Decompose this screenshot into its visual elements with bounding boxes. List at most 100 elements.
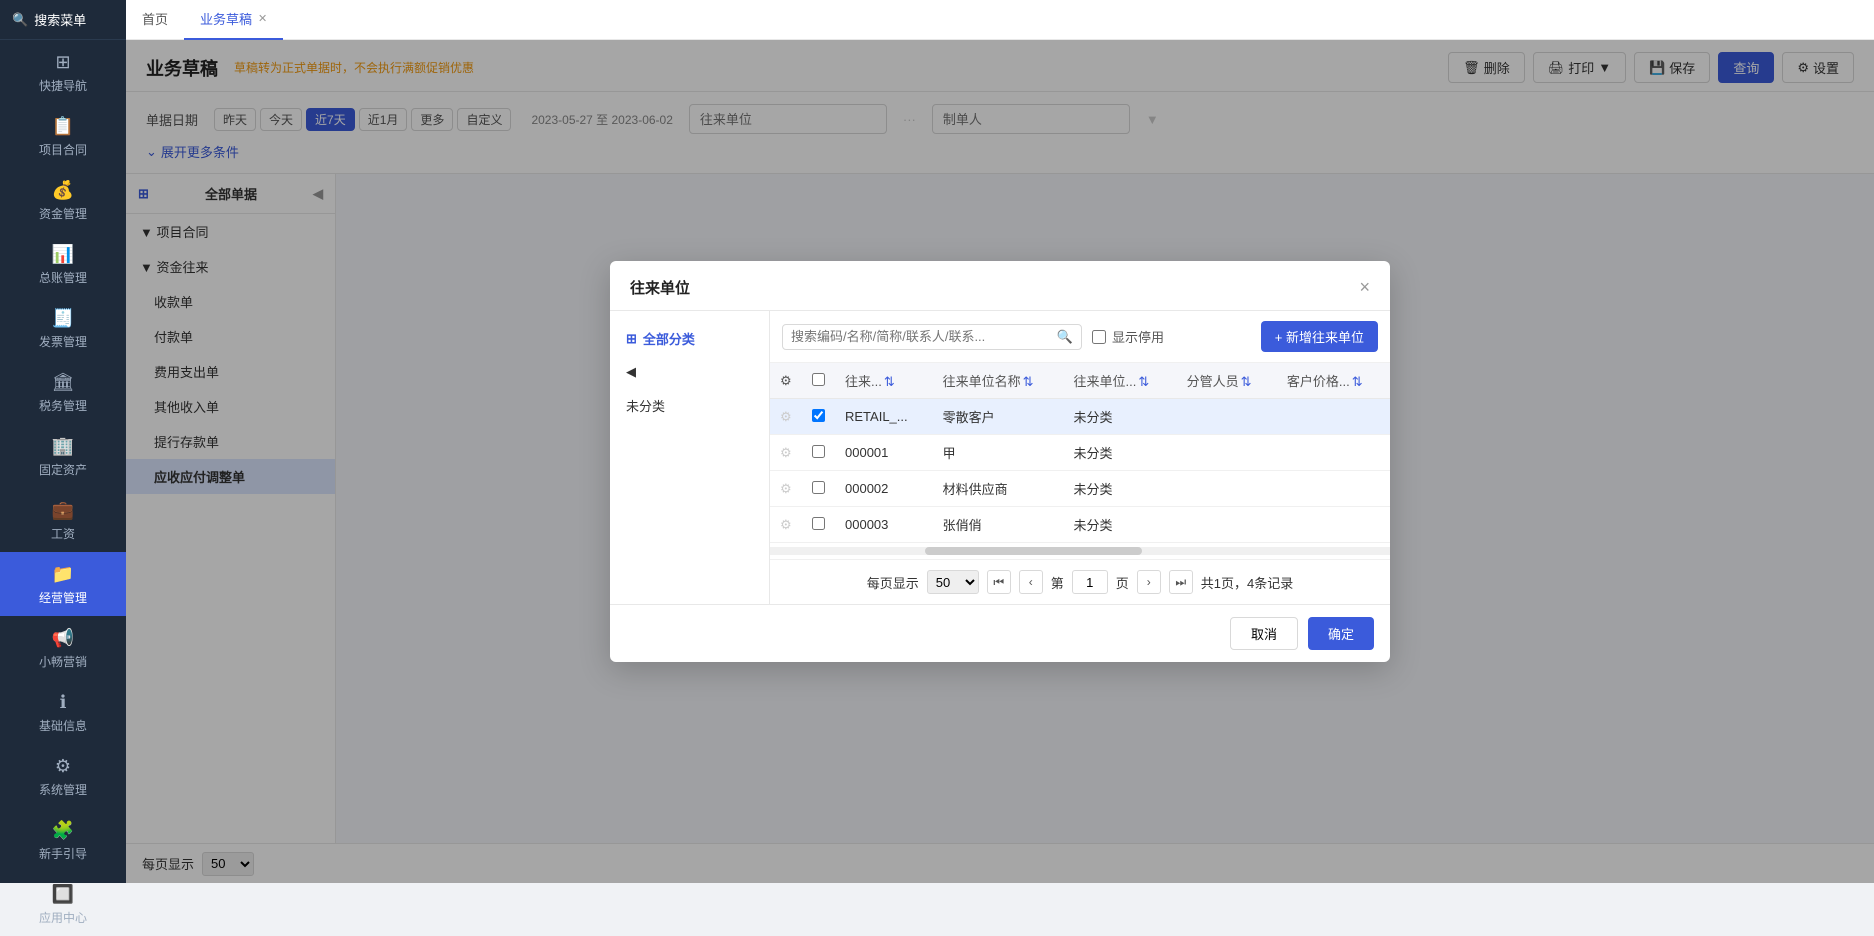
sidebar-item-capital-mgmt[interactable]: 💰资金管理 xyxy=(0,168,126,232)
tab-close-biz-draft[interactable]: ✕ xyxy=(258,12,267,25)
modal-title: 往来单位 xyxy=(630,277,690,298)
sort-icon: ⇅ xyxy=(884,374,895,389)
row-select-checkbox[interactable] xyxy=(812,517,825,530)
new-guide-icon: 🧩 xyxy=(52,820,74,841)
app-center-icon: 🔲 xyxy=(52,884,74,905)
add-partner-button[interactable]: + 新增往来单位 xyxy=(1261,321,1378,352)
row-select-checkbox[interactable] xyxy=(812,481,825,494)
sidebar-item-sys-mgmt[interactable]: ⚙系统管理 xyxy=(0,744,126,808)
tab-biz-draft[interactable]: 业务草稿✕ xyxy=(184,0,283,40)
sidebar-item-invoice-mgmt[interactable]: 🧾发票管理 xyxy=(0,296,126,360)
modal-toolbar: 🔍 显示停用 + 新增往来单位 xyxy=(770,311,1390,363)
modal-tree-item-toggle[interactable]: ◀ xyxy=(610,356,769,388)
sidebar-item-basic-info[interactable]: ℹ基础信息 xyxy=(0,680,126,744)
search-box[interactable]: 🔍 xyxy=(782,324,1082,350)
row-select-checkbox[interactable] xyxy=(812,445,825,458)
modal-right-content: 🔍 显示停用 + 新增往来单位 xyxy=(770,311,1390,604)
row-category: 未分类 xyxy=(1064,471,1177,507)
table-row[interactable]: ⚙ 000003 张俏俏 未分类 xyxy=(770,507,1390,543)
next-page-button[interactable]: › xyxy=(1137,570,1161,594)
sidebar-logo[interactable]: 🔍 搜索菜单 xyxy=(0,0,126,40)
modal-table-wrap: ⚙ 往来...⇅ 往来单位名称⇅ 往来单位...⇅ 分管人员⇅ 客户价格...⇅ xyxy=(770,363,1390,543)
sidebar-item-tax-mgmt[interactable]: 🏛税务管理 xyxy=(0,360,126,424)
sidebar-item-app-center[interactable]: 🔲应用中心 xyxy=(0,872,126,936)
gear-icon[interactable]: ⚙ xyxy=(780,517,792,532)
sort-icon: ⇅ xyxy=(1241,374,1252,389)
prev-page-button[interactable]: ‹ xyxy=(1019,570,1043,594)
row-price xyxy=(1277,471,1390,507)
table-row[interactable]: ⚙ 000001 甲 未分类 xyxy=(770,435,1390,471)
modal-tree-item-all[interactable]: ⊞ 全部分类 xyxy=(610,321,769,356)
table-row[interactable]: ⚙ RETAIL_... 零散客户 未分类 xyxy=(770,399,1390,435)
gear-icon[interactable]: ⚙ xyxy=(780,445,792,460)
table-header-row: ⚙ 往来...⇅ 往来单位名称⇅ 往来单位...⇅ 分管人员⇅ 客户价格...⇅ xyxy=(770,363,1390,399)
row-code: 000003 xyxy=(835,507,933,543)
tax-mgmt-icon: 🏛 xyxy=(52,372,75,393)
th-checkbox xyxy=(802,363,835,399)
confirm-button[interactable]: 确定 xyxy=(1308,617,1374,650)
project-contract-icon: 📋 xyxy=(52,116,74,137)
modal-table: ⚙ 往来...⇅ 往来单位名称⇅ 往来单位...⇅ 分管人员⇅ 客户价格...⇅ xyxy=(770,363,1390,543)
modal-dialog: 往来单位 × ⊞ 全部分类 ◀ xyxy=(610,261,1390,662)
row-category: 未分类 xyxy=(1064,507,1177,543)
per-page-label: 每页显示 xyxy=(867,573,919,592)
last-page-button[interactable]: ⏭ xyxy=(1169,570,1193,594)
table-row[interactable]: ⚙ 000002 材料供应商 未分类 xyxy=(770,471,1390,507)
modal-tree: ⊞ 全部分类 ◀ 未分类 xyxy=(610,311,770,604)
row-price xyxy=(1277,435,1390,471)
row-category: 未分类 xyxy=(1064,435,1177,471)
sidebar-item-fixed-assets[interactable]: 🏢固定资产 xyxy=(0,424,126,488)
sidebar-item-biz-mgmt[interactable]: 📁经营管理 xyxy=(0,552,126,616)
sidebar-item-project-contract[interactable]: 📋项目合同 xyxy=(0,104,126,168)
th-name: 往来单位名称⇅ xyxy=(933,363,1064,399)
sidebar-item-new-guide[interactable]: 🧩新手引导 xyxy=(0,808,126,872)
modal-per-page-select[interactable]: 50 100 xyxy=(927,570,979,594)
th-settings: ⚙ xyxy=(770,363,802,399)
current-page-input[interactable] xyxy=(1072,570,1108,594)
show-disabled-checkbox[interactable]: 显示停用 xyxy=(1092,327,1164,346)
grid-icon: ⊞ xyxy=(626,331,637,347)
row-code: 000002 xyxy=(835,471,933,507)
gear-icon[interactable]: ⚙ xyxy=(780,481,792,496)
main-area: 首页业务草稿✕ 业务草稿 草稿转为正式单据时，不会执行满额促销优惠 🗑 删除 🖨… xyxy=(126,0,1874,883)
row-manager xyxy=(1177,435,1277,471)
modal-pagination: 每页显示 50 100 ⏮ ‹ 第 页 › xyxy=(770,559,1390,604)
row-select-checkbox[interactable] xyxy=(812,409,825,422)
row-code: RETAIL_... xyxy=(835,399,933,435)
sidebar-item-marketing[interactable]: 📢小畅营销 xyxy=(0,616,126,680)
gear-icon[interactable]: ⚙ xyxy=(780,409,792,424)
fixed-assets-icon: 🏢 xyxy=(52,436,74,457)
salary-icon: 💼 xyxy=(52,500,74,521)
modal-scrollbar[interactable] xyxy=(770,547,1390,555)
modal-tree-item-unclassified[interactable]: 未分类 xyxy=(610,388,769,423)
modal-scroll-thumb xyxy=(925,547,1142,555)
first-page-button[interactable]: ⏮ xyxy=(987,570,1011,594)
page-content: 业务草稿 草稿转为正式单据时，不会执行满额促销优惠 🗑 删除 🖨 打印 ▼ 💾 … xyxy=(126,40,1874,883)
sidebar-item-salary[interactable]: 💼工资 xyxy=(0,488,126,552)
marketing-icon: 📢 xyxy=(52,628,74,649)
th-code: 往来...⇅ xyxy=(835,363,933,399)
row-checkbox[interactable] xyxy=(802,507,835,543)
modal-close-button[interactable]: × xyxy=(1359,277,1370,298)
total-records: 共1页，4条记录 xyxy=(1201,573,1293,592)
th-manager: 分管人员⇅ xyxy=(1177,363,1277,399)
row-name: 材料供应商 xyxy=(933,471,1064,507)
sidebar-item-accounting-mgmt[interactable]: 📊总账管理 xyxy=(0,232,126,296)
row-checkbox[interactable] xyxy=(802,435,835,471)
disabled-checkbox[interactable] xyxy=(1092,330,1106,344)
sidebar-item-quick-nav[interactable]: ⊞快捷导航 xyxy=(0,40,126,104)
select-all-checkbox[interactable] xyxy=(812,373,825,386)
sort-icon: ⇅ xyxy=(1138,374,1149,389)
capital-mgmt-icon: 💰 xyxy=(52,180,74,201)
row-checkbox[interactable] xyxy=(802,471,835,507)
cancel-button[interactable]: 取消 xyxy=(1230,617,1298,650)
page-label-after: 页 xyxy=(1116,573,1129,592)
tab-home[interactable]: 首页 xyxy=(126,0,184,40)
basic-info-icon: ℹ xyxy=(60,692,67,713)
th-category: 往来单位...⇅ xyxy=(1064,363,1177,399)
row-price xyxy=(1277,399,1390,435)
gear-icon[interactable]: ⚙ xyxy=(780,373,792,388)
search-input[interactable] xyxy=(791,329,1051,344)
biz-mgmt-icon: 📁 xyxy=(52,564,74,585)
row-checkbox[interactable] xyxy=(802,399,835,435)
